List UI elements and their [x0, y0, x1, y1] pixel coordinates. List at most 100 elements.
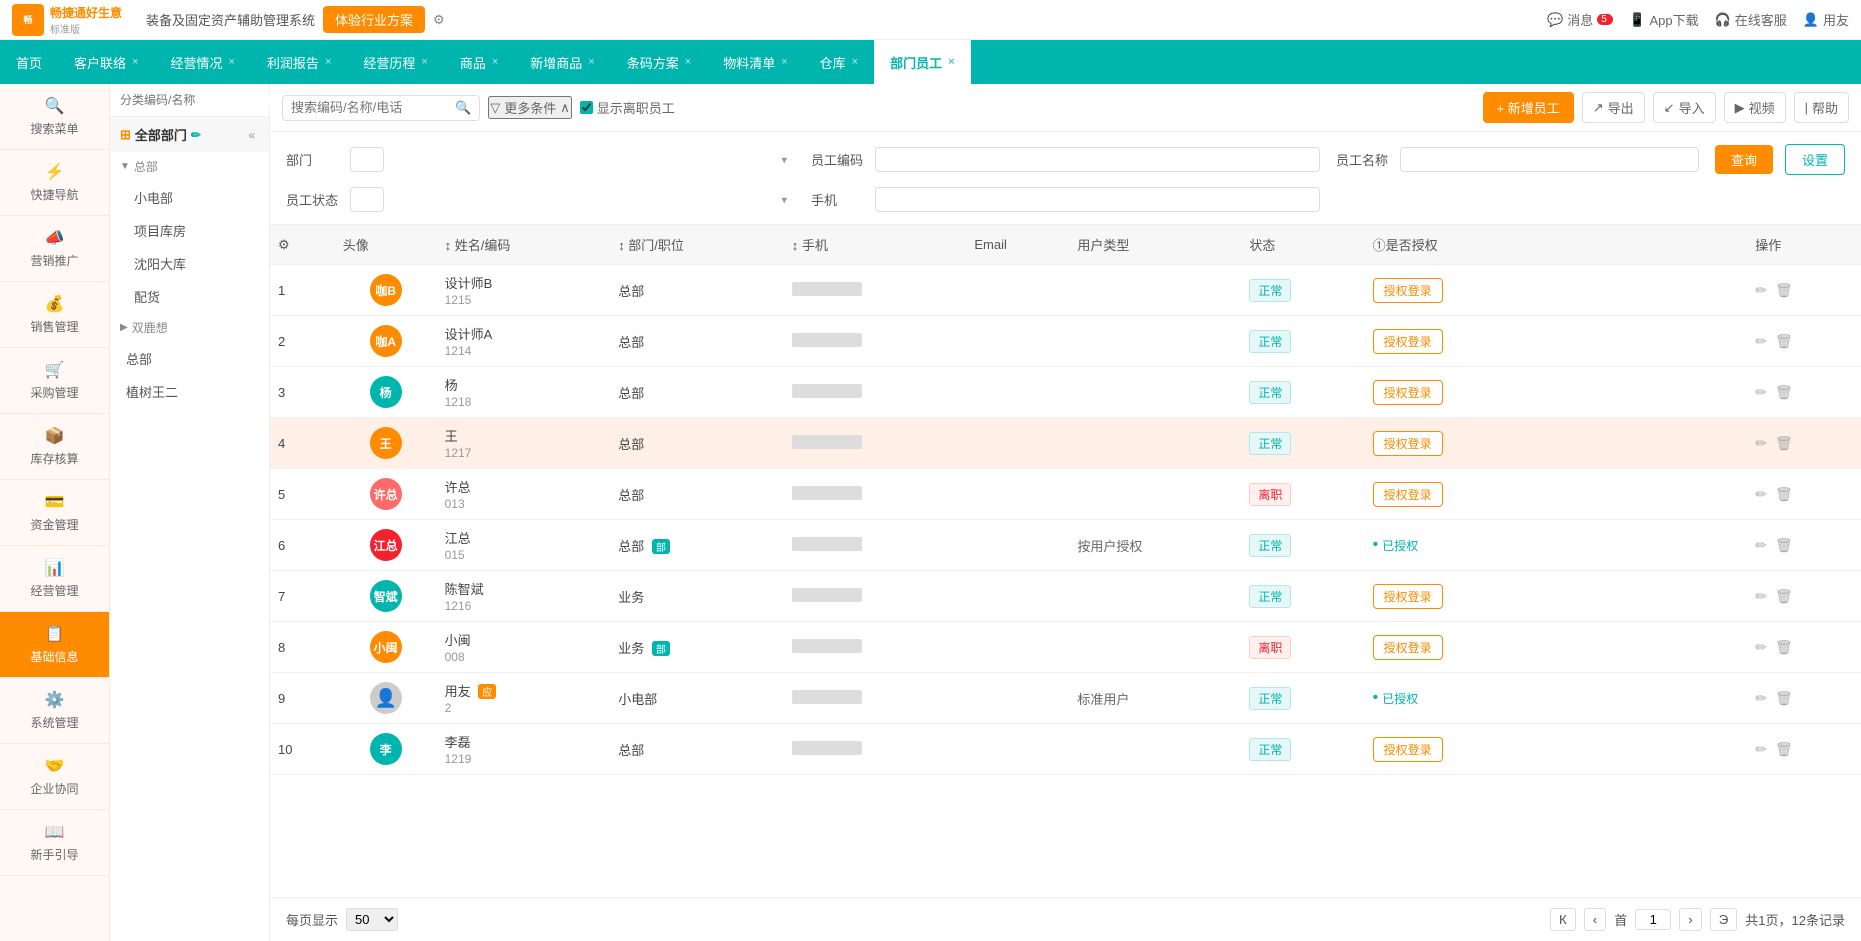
nav-item-新增商品[interactable]: 新增商品×	[514, 40, 610, 84]
view-btn[interactable]: ▶ 视频	[1724, 92, 1786, 123]
delete-btn[interactable]: 🗑	[1775, 741, 1793, 758]
sidebar-item-采购管理[interactable]: 🛒采购管理	[0, 348, 109, 414]
nav-close-icon[interactable]: ×	[228, 56, 234, 68]
edit-btn[interactable]: ✏	[1755, 486, 1767, 503]
phone-input[interactable]	[875, 187, 1320, 212]
dept-edit-icon[interactable]: ✏	[191, 128, 201, 142]
dept-item-zongbu[interactable]: 总部	[110, 342, 269, 375]
edit-btn[interactable]: ✏	[1755, 435, 1767, 452]
edit-btn[interactable]: ✏	[1755, 588, 1767, 605]
nav-item-客户联络[interactable]: 客户联络×	[58, 40, 154, 84]
dept-item-peihuo[interactable]: 配货	[110, 280, 269, 313]
dept-item-shenyang[interactable]: 沈阳大库	[110, 247, 269, 280]
nav-item-部门员工[interactable]: 部门员工×	[874, 40, 970, 84]
delete-btn[interactable]: 🗑	[1775, 282, 1793, 299]
help-btn[interactable]: | 帮助	[1794, 92, 1849, 123]
edit-btn[interactable]: ✏	[1755, 384, 1767, 401]
sidebar-item-搜索菜单[interactable]: 🔍搜索菜单	[0, 84, 109, 150]
delete-btn[interactable]: 🗑	[1775, 384, 1793, 401]
delete-btn[interactable]: 🗑	[1775, 333, 1793, 350]
nav-close-icon[interactable]: ×	[325, 56, 331, 68]
delete-btn[interactable]: 🗑	[1775, 435, 1793, 452]
nav-item-首页[interactable]: 首页	[0, 40, 58, 84]
page-input[interactable]	[1635, 909, 1671, 930]
dept-search-input[interactable]	[120, 93, 275, 107]
trial-btn[interactable]: 体验行业方案	[323, 6, 425, 33]
edit-btn[interactable]: ✏	[1755, 282, 1767, 299]
settings-icon[interactable]: ⚙	[433, 12, 445, 28]
nav-item-经营历程[interactable]: 经营历程×	[347, 40, 443, 84]
set-btn[interactable]: 设置	[1785, 144, 1845, 175]
prev-page-btn[interactable]: ‹	[1584, 908, 1606, 931]
nav-item-物料清单[interactable]: 物料清单×	[707, 40, 803, 84]
add-employee-btn[interactable]: + 新增员工	[1483, 92, 1574, 123]
th-phone[interactable]: ↕ 手机	[784, 225, 967, 265]
sidebar-item-资金管理[interactable]: 💳资金管理	[0, 480, 109, 546]
dept-item-xiaodianbu[interactable]: 小电部	[110, 181, 269, 214]
dept-item-xiangmu[interactable]: 项目库房	[110, 214, 269, 247]
delete-btn[interactable]: 🗑	[1775, 486, 1793, 503]
dept-item-zhishu[interactable]: 植树王二	[110, 375, 269, 408]
sidebar-item-快捷导航[interactable]: ⚡快捷导航	[0, 150, 109, 216]
sidebar-item-系统管理[interactable]: ⚙️系统管理	[0, 678, 109, 744]
auth-login-btn[interactable]: 授权登录	[1373, 278, 1443, 303]
next-page-btn[interactable]: ›	[1679, 908, 1701, 931]
sidebar-item-库存核算[interactable]: 📦库存核算	[0, 414, 109, 480]
sidebar-item-新手引导[interactable]: 📖新手引导	[0, 810, 109, 876]
show-resigned-checkbox[interactable]	[580, 101, 593, 114]
online-service-btn[interactable]: 🎧 在线客服	[1715, 10, 1787, 29]
emp-status-select[interactable]	[350, 187, 384, 212]
dept-select[interactable]	[350, 147, 384, 172]
auth-login-btn[interactable]: 授权登录	[1373, 380, 1443, 405]
emp-name-input[interactable]	[1400, 147, 1699, 172]
edit-btn[interactable]: ✏	[1755, 537, 1767, 554]
sidebar-item-基础信息[interactable]: 📋基础信息	[0, 612, 109, 678]
emp-code-input[interactable]	[875, 147, 1320, 172]
app-download-btn[interactable]: 📱 App下载	[1629, 10, 1698, 29]
nav-close-icon[interactable]: ×	[852, 56, 858, 68]
auth-login-btn[interactable]: 授权登录	[1373, 431, 1443, 456]
delete-btn[interactable]: 🗑	[1775, 690, 1793, 707]
dept-group-header-sobu[interactable]: ▼ 总部	[110, 152, 269, 181]
export-btn[interactable]: ↗ 导出	[1582, 92, 1645, 123]
auth-login-btn[interactable]: 授权登录	[1373, 329, 1443, 354]
delete-btn[interactable]: 🗑	[1775, 588, 1793, 605]
nav-item-经营情况[interactable]: 经营情况×	[154, 40, 250, 84]
sidebar-item-销售管理[interactable]: 💰销售管理	[0, 282, 109, 348]
nav-item-条码方案[interactable]: 条码方案×	[611, 40, 707, 84]
nav-close-icon[interactable]: ×	[781, 56, 787, 68]
nav-close-icon[interactable]: ×	[685, 56, 691, 68]
first-page-btn[interactable]: К	[1550, 908, 1576, 931]
show-resigned-label[interactable]: 显示离职员工	[580, 98, 675, 117]
nav-item-仓库[interactable]: 仓库×	[804, 40, 874, 84]
nav-close-icon[interactable]: ×	[132, 56, 138, 68]
edit-btn[interactable]: ✏	[1755, 690, 1767, 707]
message-btn[interactable]: 💬 消息 5	[1547, 10, 1613, 29]
th-settings[interactable]: ⚙	[270, 225, 335, 265]
nav-close-icon[interactable]: ×	[421, 56, 427, 68]
delete-btn[interactable]: 🗑	[1775, 537, 1793, 554]
edit-btn[interactable]: ✏	[1755, 741, 1767, 758]
th-dept[interactable]: ↕ 部门/职位	[610, 225, 784, 265]
auth-login-btn[interactable]: 授权登录	[1373, 635, 1443, 660]
auth-login-btn[interactable]: 授权登录	[1373, 584, 1443, 609]
user-btn[interactable]: 👤 用友	[1803, 10, 1849, 29]
dept-group-header-shuanglu[interactable]: ▶ 双鹿想	[110, 313, 269, 342]
nav-item-利润报告[interactable]: 利润报告×	[251, 40, 347, 84]
th-name[interactable]: ↕ 姓名/编码	[437, 225, 611, 265]
edit-btn[interactable]: ✏	[1755, 333, 1767, 350]
sidebar-item-经营管理[interactable]: 📊经营管理	[0, 546, 109, 612]
query-btn[interactable]: 查询	[1715, 145, 1773, 174]
delete-btn[interactable]: 🗑	[1775, 639, 1793, 656]
sidebar-item-企业协同[interactable]: 🤝企业协同	[0, 744, 109, 810]
nav-close-icon[interactable]: ×	[492, 56, 498, 68]
last-page-btn[interactable]: Э	[1710, 908, 1738, 931]
more-filter-btn[interactable]: ▽ 更多条件 ∧	[488, 96, 572, 119]
nav-close-icon[interactable]: ×	[948, 56, 954, 68]
auth-login-btn[interactable]: 授权登录	[1373, 482, 1443, 507]
sidebar-item-营销推广[interactable]: 📣营销推广	[0, 216, 109, 282]
import-btn[interactable]: ↙ 导入	[1653, 92, 1716, 123]
search-input[interactable]	[291, 100, 451, 115]
nav-item-商品[interactable]: 商品×	[444, 40, 514, 84]
nav-close-icon[interactable]: ×	[588, 56, 594, 68]
